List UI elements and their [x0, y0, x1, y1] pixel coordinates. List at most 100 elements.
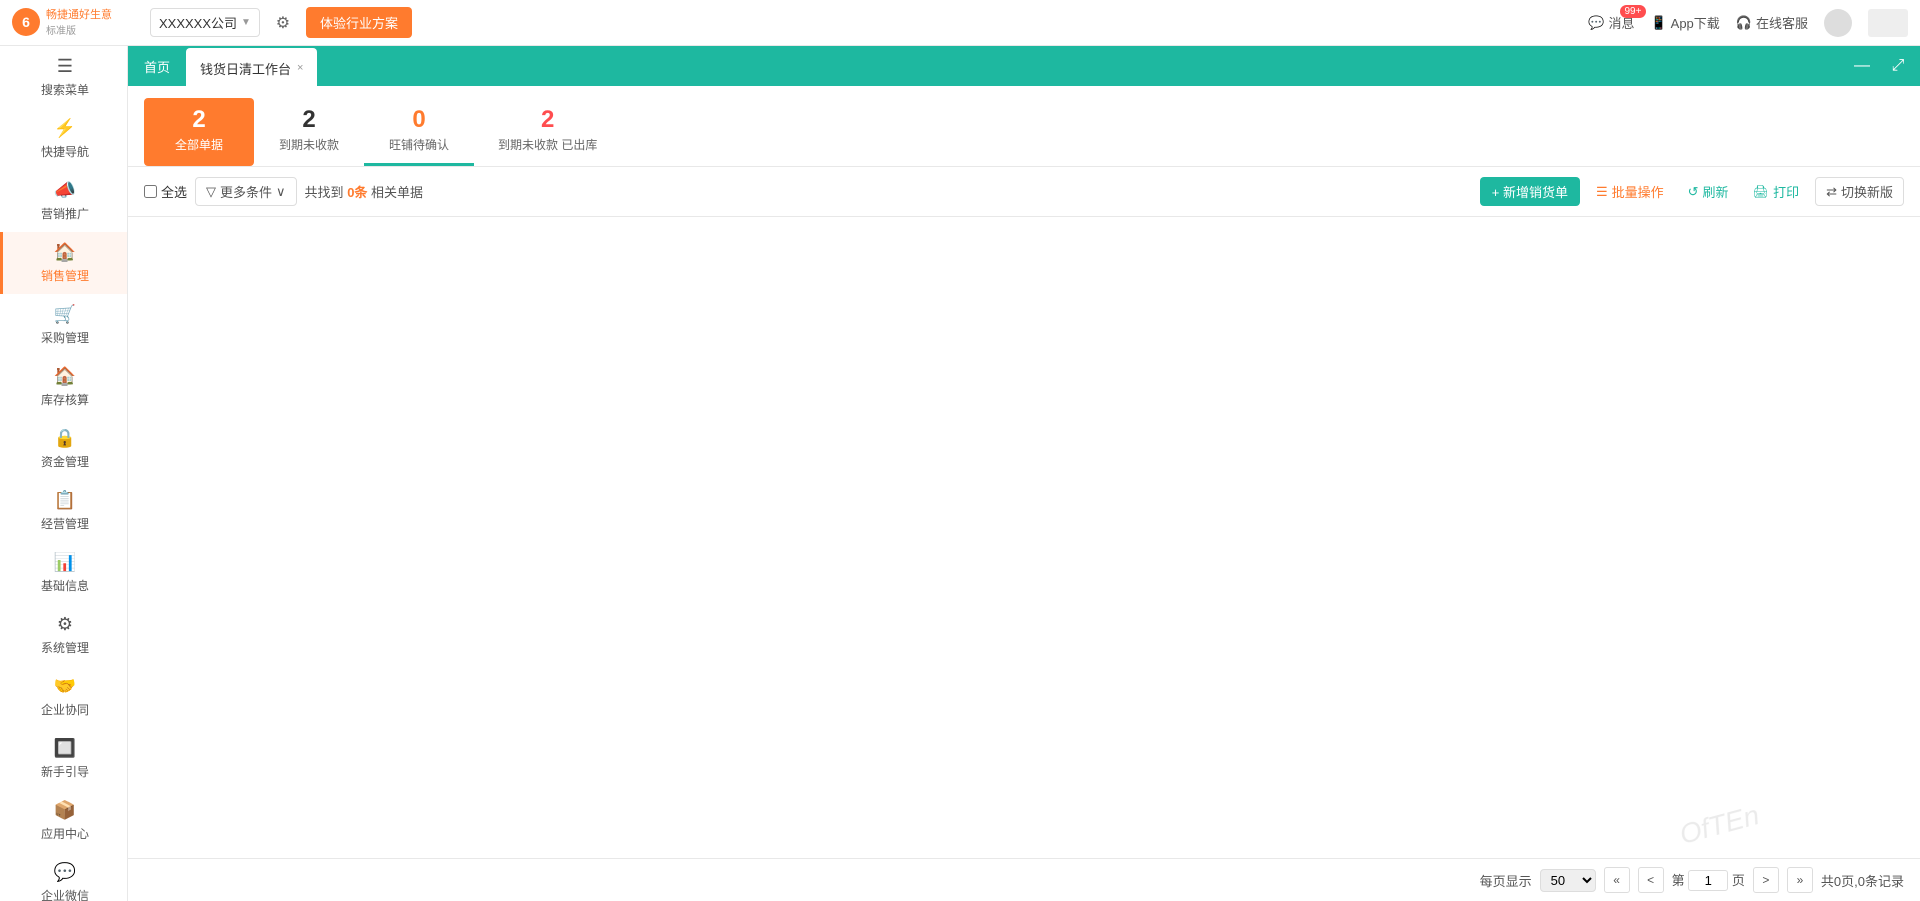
- marketing-icon: 📣: [54, 180, 76, 201]
- sidebar-item-cooperation[interactable]: 🤝 企业协同: [0, 666, 127, 728]
- page-next-btn[interactable]: >: [1753, 867, 1779, 893]
- sidebar-item-operation[interactable]: 📋 经营管理: [0, 480, 127, 542]
- wechat-icon: 💬: [54, 862, 76, 883]
- cooperation-icon: 🤝: [54, 676, 76, 697]
- sidebar-label-purchase: 采购管理: [41, 329, 89, 346]
- page-unit: 页: [1732, 873, 1745, 888]
- tab-daily-work[interactable]: 钱货日清工作台 ×: [186, 48, 317, 88]
- refresh-btn[interactable]: ↺ 刷新: [1680, 178, 1737, 205]
- print-icon: 🖨: [1753, 184, 1770, 200]
- tab-label: 钱货日清工作台: [200, 59, 291, 78]
- sidebar-label-system: 系统管理: [41, 639, 89, 656]
- found-count: 0条: [347, 185, 367, 200]
- refresh-label: 刷新: [1703, 182, 1729, 201]
- stat-tab-pending[interactable]: 0 旺铺待确认: [364, 98, 474, 166]
- total-info: 共0页,0条记录: [1821, 871, 1904, 890]
- page-label: 第: [1672, 873, 1685, 888]
- refresh-icon: ↺: [1688, 184, 1699, 200]
- sidebar-item-system[interactable]: ⚙ 系统管理: [0, 604, 127, 666]
- per-page-select[interactable]: 50 100 200: [1540, 869, 1596, 892]
- select-all-text: 全选: [161, 182, 187, 201]
- toolbar-left: 全选 ▽ 更多条件 ∨ 共找到 0条 相关单据: [144, 177, 1472, 206]
- sidebar-item-purchase[interactable]: 🛒 采购管理: [0, 294, 127, 356]
- logo-area: 6 畅捷通好生意 标准版: [12, 8, 140, 37]
- tab-maximize-btn[interactable]: ⤢: [1884, 52, 1912, 80]
- stat-overdue-number: 2: [302, 106, 315, 134]
- message-btn[interactable]: 💬 消息 99+: [1588, 13, 1634, 32]
- switch-label: 切换新版: [1841, 182, 1893, 201]
- sidebar-label-marketing: 营销推广: [41, 205, 89, 222]
- tab-bar: 首页 钱货日清工作台 × — ⤢: [128, 46, 1920, 86]
- finance-icon: 🔒: [54, 428, 76, 449]
- select-all-label[interactable]: 全选: [144, 182, 187, 201]
- sidebar-item-inventory[interactable]: 🏠 库存核算: [0, 356, 127, 418]
- stat-tab-overdue[interactable]: 2 到期未收款: [254, 98, 364, 166]
- found-prefix: 共找到: [305, 185, 344, 200]
- sidebar-item-sales[interactable]: 🏠 销售管理: [0, 232, 127, 294]
- filter-label: 更多条件: [220, 182, 272, 201]
- table-area: [128, 217, 1920, 858]
- batch-operation-btn[interactable]: ☰ 批量操作: [1588, 178, 1672, 205]
- guide-icon: 🔲: [54, 738, 76, 759]
- page-prev-btn[interactable]: <: [1638, 867, 1664, 893]
- stat-tab-all[interactable]: 2 全部单据: [144, 98, 254, 166]
- batch-icon: ☰: [1596, 184, 1608, 200]
- page-info: 第 页: [1672, 870, 1745, 891]
- system-icon: ⚙: [57, 614, 73, 635]
- stat-shipped-label: 到期未收款 已出库: [498, 136, 597, 153]
- avatar[interactable]: [1824, 9, 1852, 37]
- tab-close-icon[interactable]: ×: [297, 62, 303, 74]
- found-suffix: 相关单据: [371, 185, 423, 200]
- sidebar: ☰ 搜索菜单 ⚡ 快捷导航 📣 营销推广 🏠 销售管理 🛒 采购管理 🏠 库存核…: [0, 46, 128, 901]
- tab-minimize-btn[interactable]: —: [1848, 52, 1876, 80]
- page-input[interactable]: [1688, 870, 1728, 891]
- stat-tab-shipped[interactable]: 2 到期未收款 已出库: [474, 98, 621, 166]
- experience-btn[interactable]: 体验行业方案: [306, 7, 412, 38]
- online-service-btn[interactable]: 🎧 在线客服: [1736, 13, 1808, 32]
- sidebar-label-sales: 销售管理: [41, 267, 89, 284]
- stat-overdue-label: 到期未收款: [279, 136, 339, 153]
- settings-button[interactable]: ⚙: [268, 8, 298, 38]
- select-all-checkbox[interactable]: [144, 185, 157, 198]
- filter-chevron-icon: ∨: [276, 184, 286, 200]
- operation-icon: 📋: [54, 490, 76, 511]
- sidebar-item-base-info[interactable]: 📊 基础信息: [0, 542, 127, 604]
- sidebar-label-guide: 新手引导: [41, 763, 89, 780]
- sidebar-label-quick-nav: 快捷导航: [41, 143, 89, 160]
- base-info-icon: 📊: [54, 552, 76, 573]
- tab-home[interactable]: 首页: [128, 46, 186, 86]
- tab-bar-actions: — ⤢: [1848, 52, 1920, 80]
- toolbar-right: + 新增销货单 ☰ 批量操作 ↺ 刷新 🖨 打印 ⇄ 切换新版: [1480, 177, 1904, 206]
- company-selector[interactable]: XXXXXX公司 ▼: [150, 8, 260, 37]
- logo-icon: 6: [12, 8, 40, 36]
- new-sales-order-btn[interactable]: + 新增销货单: [1480, 177, 1580, 206]
- sidebar-label-search-menu: 搜索菜单: [41, 81, 89, 98]
- sidebar-item-quick-nav[interactable]: ⚡ 快捷导航: [0, 108, 127, 170]
- sidebar-item-wechat[interactable]: 💬 企业微信: [0, 852, 127, 901]
- print-btn[interactable]: 🖨 打印: [1745, 178, 1808, 205]
- app-center-icon: 📦: [54, 800, 76, 821]
- message-icon: 💬: [1588, 15, 1604, 31]
- sidebar-item-finance[interactable]: 🔒 资金管理: [0, 418, 127, 480]
- sidebar-item-search-menu[interactable]: ☰ 搜索菜单: [0, 46, 127, 108]
- sidebar-item-guide[interactable]: 🔲 新手引导: [0, 728, 127, 790]
- switch-version-btn[interactable]: ⇄ 切换新版: [1815, 177, 1904, 206]
- sales-icon: 🏠: [54, 242, 76, 263]
- sidebar-label-inventory: 库存核算: [41, 391, 89, 408]
- sidebar-label-cooperation: 企业协同: [41, 701, 89, 718]
- sidebar-item-marketing[interactable]: 📣 营销推广: [0, 170, 127, 232]
- footer-pagination: 每页显示 50 100 200 « < 第 页 > » 共0页,0条记录: [128, 858, 1920, 901]
- found-text: 共找到 0条 相关单据: [305, 182, 424, 201]
- page-last-btn[interactable]: »: [1787, 867, 1813, 893]
- message-badge: 99+: [1620, 5, 1647, 18]
- header-right: 💬 消息 99+ 📱 App下载 🎧 在线客服: [1588, 9, 1908, 37]
- filter-button[interactable]: ▽ 更多条件 ∨: [195, 177, 297, 206]
- sidebar-label-operation: 经营管理: [41, 515, 89, 532]
- user-info[interactable]: [1868, 9, 1908, 37]
- stat-shipped-number: 2: [541, 106, 554, 134]
- sidebar-item-app-center[interactable]: 📦 应用中心: [0, 790, 127, 852]
- purchase-icon: 🛒: [54, 304, 76, 325]
- page-first-btn[interactable]: «: [1604, 867, 1630, 893]
- app-download-btn[interactable]: 📱 App下载: [1650, 13, 1719, 32]
- chevron-down-icon: ▼: [241, 17, 251, 28]
